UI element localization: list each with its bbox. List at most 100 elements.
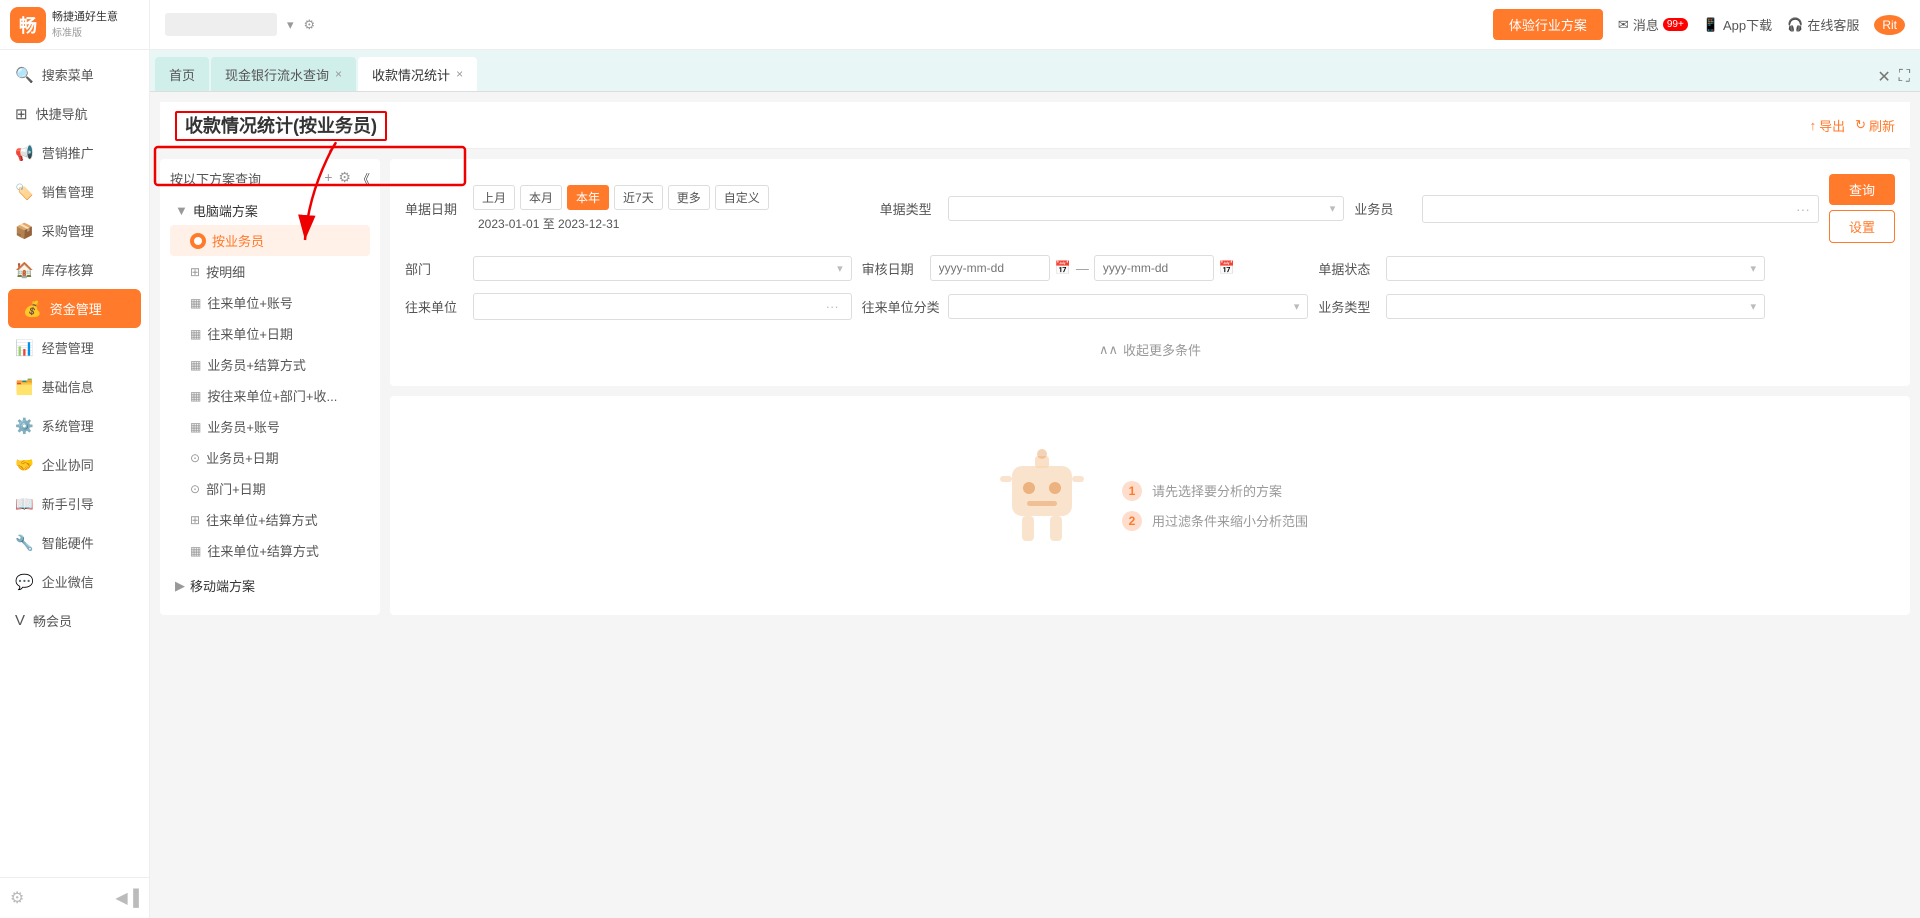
enterprise-icon: 🤝 (15, 456, 34, 474)
filter-row-2: 部门 ▾ 审核日期 📅 — (405, 255, 1895, 281)
app-download-action[interactable]: 📱 App下载 (1703, 15, 1772, 34)
sidebar-collapse-icon[interactable]: ◀▐ (115, 888, 139, 908)
scheme-group-mobile-title[interactable]: ▶ 移动端方案 (170, 571, 370, 600)
query-button[interactable]: 查询 (1829, 174, 1895, 205)
item-chart-icon: ▦ (190, 358, 201, 372)
user-avatar[interactable]: Rit (1874, 15, 1905, 35)
scheme-item-salesman-date[interactable]: ⊙ 业务员+日期 (170, 442, 370, 473)
filter-row-1: 单据日期 上月 本月 本年 近7天 更多 自定义 2023-01-01 至 20… (405, 174, 1895, 243)
review-date-from[interactable] (930, 255, 1050, 281)
date-btn-this-year[interactable]: 本年 (567, 185, 609, 210)
tab-bank-flow[interactable]: 现金银行流水查询 × (211, 57, 356, 91)
scheme-item-salesman-settle[interactable]: ▦ 业务员+结算方式 (170, 349, 370, 380)
salesman-select[interactable]: ··· (1422, 195, 1819, 223)
header-dropdown-icon[interactable]: ▾ (287, 17, 294, 33)
tab-collection[interactable]: 收款情况统计 × (358, 57, 477, 91)
scheme-item-salesman-account[interactable]: ▦ 业务员+账号 (170, 411, 370, 442)
refresh-icon: ↻ (1855, 117, 1866, 133)
message-action[interactable]: ✉ 消息 99+ (1618, 15, 1688, 34)
dept-label: 部门 (405, 259, 465, 278)
sidebar-item-finance[interactable]: 💰 资金管理 (8, 289, 141, 328)
dept-select[interactable]: ▾ (473, 256, 852, 281)
date-filter-options: 上月 本月 本年 近7天 更多 自定义 2023-01-01 至 2023-12… (473, 185, 870, 232)
settings-button[interactable]: 设置 (1829, 210, 1895, 243)
date-btn-custom[interactable]: 自定义 (715, 185, 769, 210)
scheme-item-unit-account[interactable]: ▦ 往来单位+账号 (170, 287, 370, 318)
scheme-settings-button[interactable]: ⚙ (338, 169, 351, 188)
collapse-up-icon: ∧∧ (1099, 342, 1118, 358)
scheme-item-label: 往来单位+日期 (207, 324, 293, 343)
salesman-more-icon[interactable]: ··· (1796, 201, 1810, 217)
partner-select[interactable]: ··· (473, 293, 852, 320)
tab-home[interactable]: 首页 (155, 57, 209, 91)
collapse-more-conditions[interactable]: ∧∧ 收起更多条件 (405, 332, 1895, 367)
dept-chevron: ▾ (837, 262, 843, 275)
review-date-to[interactable] (1094, 255, 1214, 281)
partner-more-icon[interactable]: ··· (826, 299, 839, 314)
page-content: 收款情况统计(按业务员) ↑ 导出 ↻ 刷新 按以下方案查询 (150, 92, 1920, 918)
sidebar-item-quick-nav[interactable]: ⊞ 快捷导航 (0, 94, 149, 133)
docstatus-filter: 单据状态 ▾ (1318, 256, 1765, 281)
tab-close-collection[interactable]: × (456, 67, 463, 81)
calendar-icon-to[interactable]: 📅 (1219, 260, 1235, 276)
group-expand-icon: ▼ (175, 203, 188, 218)
sidebar-item-inventory[interactable]: 🏠 库存核算 (0, 250, 149, 289)
scheme-collapse-button[interactable]: 《 (357, 169, 370, 188)
scheme-group-desktop-title[interactable]: ▼ 电脑端方案 (170, 196, 370, 225)
dot-inner (194, 237, 202, 245)
refresh-button[interactable]: ↻ 刷新 (1855, 116, 1895, 135)
sidebar-item-hardware[interactable]: 🔧 智能硬件 (0, 523, 149, 562)
review-date-filter: 审核日期 📅 — 📅 (862, 255, 1309, 281)
empty-state-content: 1 请先选择要分析的方案 2 用过滤条件来缩小分析范围 (992, 436, 1308, 575)
date-separator: — (1076, 261, 1089, 276)
scheme-add-button[interactable]: + (324, 169, 332, 188)
partner-filter: 往来单位 ··· (405, 293, 852, 320)
date-btn-last-month[interactable]: 上月 (473, 185, 515, 210)
sidebar-item-search-menu[interactable]: 🔍 搜索菜单 (0, 55, 149, 94)
scheme-item-unit-settle2[interactable]: ▦ 往来单位+结算方式 (170, 535, 370, 566)
sidebar-item-purchase[interactable]: 📦 采购管理 (0, 211, 149, 250)
date-btn-this-month[interactable]: 本月 (520, 185, 562, 210)
item-grid-icon: ⊞ (190, 265, 200, 279)
sidebar-item-label: 采购管理 (42, 221, 94, 240)
scheme-item-dept-date[interactable]: ⊙ 部门+日期 (170, 473, 370, 504)
sidebar-item-sales[interactable]: 🏷️ 销售管理 (0, 172, 149, 211)
sidebar-item-operations[interactable]: 📊 经营管理 (0, 328, 149, 367)
scheme-item-unit-settle1[interactable]: ⊞ 往来单位+结算方式 (170, 504, 370, 535)
export-button[interactable]: ↑ 导出 (1810, 116, 1846, 135)
sidebar-settings-icon[interactable]: ⚙ (10, 888, 24, 908)
calendar-icon-from[interactable]: 📅 (1055, 260, 1071, 276)
sidebar-item-system[interactable]: ⚙️ 系统管理 (0, 406, 149, 445)
docstatus-select[interactable]: ▾ (1386, 256, 1765, 281)
scheme-item-unit-date[interactable]: ▦ 往来单位+日期 (170, 318, 370, 349)
salesman-filter: 业务员 ··· (1354, 195, 1819, 223)
sidebar-item-member[interactable]: V 畅会员 (0, 601, 149, 640)
scheme-item-by-salesman[interactable]: 按业务员 (170, 225, 370, 256)
sidebar: 畅 畅捷通好生意 标准版 🔍 搜索菜单 ⊞ 快捷导航 📢 营销推广 🏷️ 销售管… (0, 0, 150, 918)
date-btn-more[interactable]: 更多 (668, 185, 710, 210)
main-area: ▾ ⚙ 体验行业方案 ✉ 消息 99+ 📱 App下载 🎧 在线客服 Rit (150, 0, 1920, 918)
trial-button[interactable]: 体验行业方案 (1493, 9, 1603, 40)
scheme-item-by-detail[interactable]: ⊞ 按明细 (170, 256, 370, 287)
sidebar-item-marketing[interactable]: 📢 营销推广 (0, 133, 149, 172)
sidebar-item-enterprise[interactable]: 🤝 企业协同 (0, 445, 149, 484)
fullscreen-icon[interactable]: ⛶ (1899, 68, 1910, 86)
sidebar-item-guide[interactable]: 📖 新手引导 (0, 484, 149, 523)
doctype-select[interactable]: ▾ (948, 196, 1345, 221)
close-all-tabs-icon[interactable]: ✕ (1877, 67, 1890, 87)
review-date-label: 审核日期 (862, 259, 922, 278)
biztype-filter: 业务类型 ▾ (1318, 294, 1765, 319)
action-buttons: 查询 设置 (1829, 174, 1895, 243)
scheme-item-unit-dept[interactable]: ▦ 按往来单位+部门+收... (170, 380, 370, 411)
scheme-panel-title: 按以下方案查询 (170, 169, 261, 188)
biztype-select[interactable]: ▾ (1386, 294, 1765, 319)
online-service-action[interactable]: 🎧 在线客服 (1787, 15, 1859, 34)
sidebar-item-base[interactable]: 🗂️ 基础信息 (0, 367, 149, 406)
sidebar-item-wechat[interactable]: 💬 企业微信 (0, 562, 149, 601)
tab-close-bank-flow[interactable]: × (335, 67, 342, 81)
partner-category-select[interactable]: ▾ (948, 294, 1309, 319)
scheme-item-label: 按明细 (206, 262, 245, 281)
header-gear-icon[interactable]: ⚙ (304, 17, 316, 33)
export-label: 导出 (1819, 116, 1845, 135)
date-btn-last-7days[interactable]: 近7天 (614, 185, 663, 210)
